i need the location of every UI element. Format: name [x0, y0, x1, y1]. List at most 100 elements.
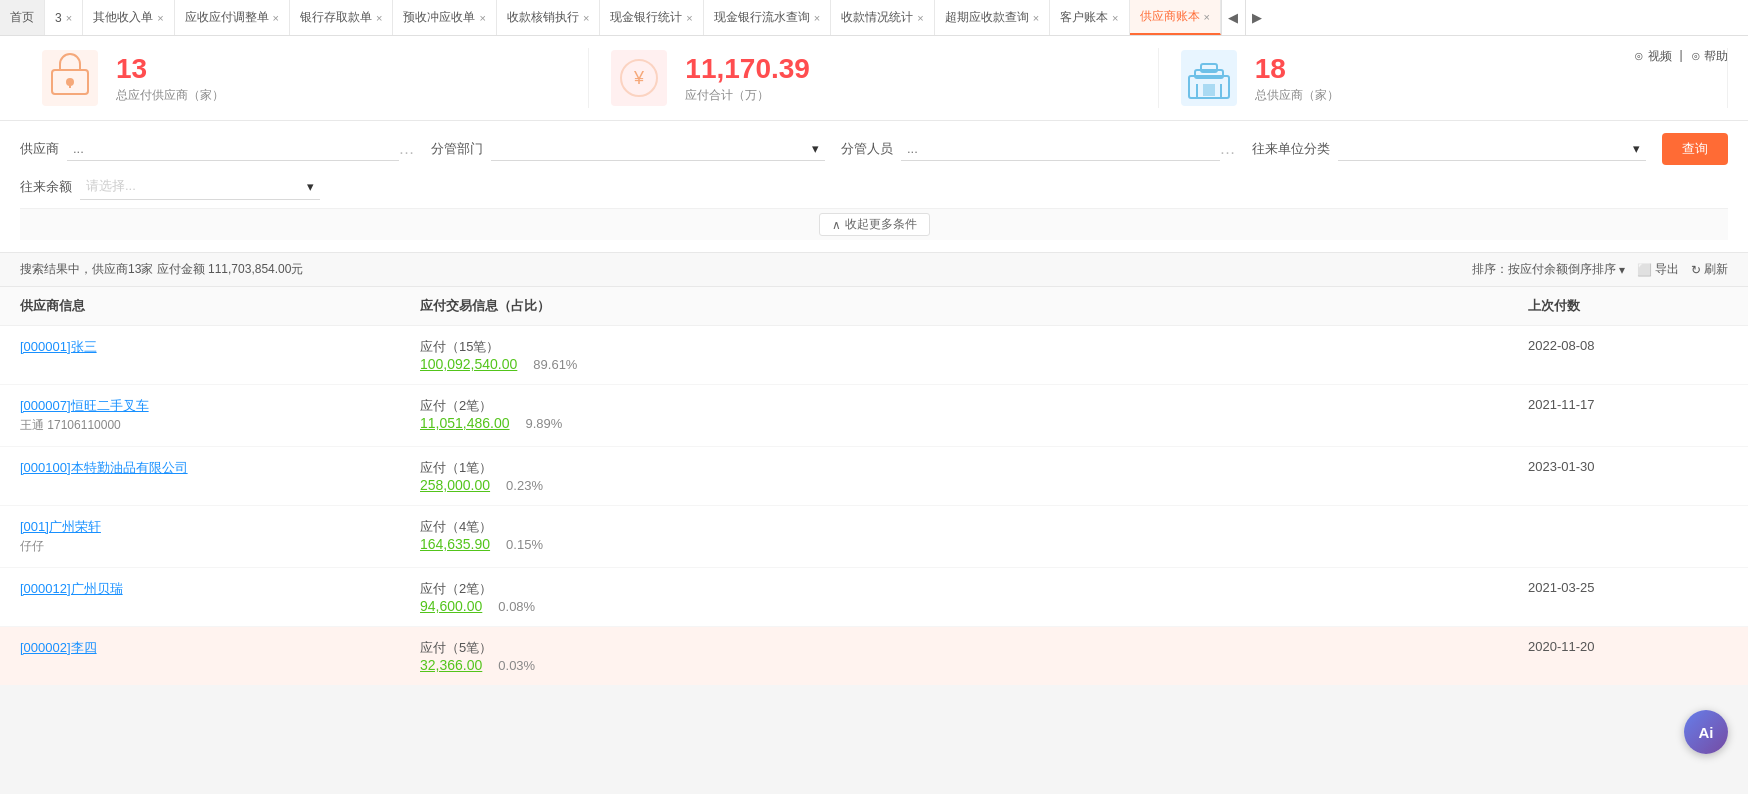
supplier-cell-4: [001]广州荣轩 仔仔 — [20, 518, 420, 555]
category-select[interactable]: ▾ — [1338, 137, 1647, 161]
close-tab-3[interactable]: × — [66, 12, 72, 24]
nav-tab-3[interactable]: 3 × — [45, 0, 83, 35]
close-tab-pre-receive[interactable]: × — [479, 12, 485, 24]
nav-tab-customer-ledger[interactable]: 客户账本 × — [1050, 0, 1129, 35]
supplier-name-3[interactable]: [000100]本特勤油品有限公司 — [20, 459, 420, 477]
filter-category-label: 往来单位分类 — [1252, 140, 1330, 158]
supplier-input[interactable] — [67, 137, 399, 161]
nav-tab-verify[interactable]: 收款核销执行 × — [497, 0, 600, 35]
close-tab-overdue[interactable]: × — [1033, 12, 1039, 24]
trans-amount-3[interactable]: 258,000.00 — [420, 477, 490, 493]
top-nav: 首页 3 × 其他收入单 × 应收应付调整单 × 银行存取款单 × 预收冲应收单… — [0, 0, 1748, 36]
nav-tab-pre-receive-label: 预收冲应收单 — [403, 9, 475, 26]
lastpay-date-6: 2020-11-20 — [1528, 639, 1595, 654]
supplier-name-1[interactable]: [000001]张三 — [20, 338, 420, 356]
nav-tab-bank-label: 银行存取款单 — [300, 9, 372, 26]
close-tab-bank[interactable]: × — [376, 12, 382, 24]
lastpay-date-1: 2022-08-08 — [1528, 338, 1595, 353]
refresh-button[interactable]: ↻ 刷新 — [1691, 261, 1728, 278]
supplier-name-4[interactable]: [001]广州荣轩 — [20, 518, 420, 536]
nav-tab-bank[interactable]: 银行存取款单 × — [290, 0, 393, 35]
trans-amount-5[interactable]: 94,600.00 — [420, 598, 482, 614]
supplier-cell-3: [000100]本特勤油品有限公司 — [20, 459, 420, 477]
payable-suppliers-number: 13 — [116, 52, 224, 86]
video-link[interactable]: ⊙ 视频 — [1634, 48, 1671, 65]
table-row: [000100]本特勤油品有限公司 应付（1笔） 258,000.00 0.23… — [0, 447, 1748, 506]
nav-prev-arrow[interactable]: ◀ — [1221, 0, 1245, 35]
filter-person-label: 分管人员 — [841, 140, 893, 158]
person-dots-icon[interactable]: … — [1220, 140, 1236, 158]
table-row: [000002]李四 应付（5笔） 32,366.00 0.03% 2020-1… — [0, 627, 1748, 686]
refresh-icon: ↻ — [1691, 263, 1701, 277]
trans-amount-1[interactable]: 100,092,540.00 — [420, 356, 517, 372]
nav-next-arrow[interactable]: ▶ — [1245, 0, 1269, 35]
trans-amount-4[interactable]: 164,635.90 — [420, 536, 490, 552]
payable-suppliers-label: 总应付供应商（家） — [116, 87, 224, 104]
supplier-name-5[interactable]: [000012]广州贝瑞 — [20, 580, 420, 598]
close-tab-verify[interactable]: × — [583, 12, 589, 24]
table-row: [001]广州荣轩 仔仔 应付（4笔） 164,635.90 0.15% — [0, 506, 1748, 568]
lastpay-date-2: 2021-11-17 — [1528, 397, 1595, 412]
close-tab-supplier-ledger[interactable]: × — [1204, 11, 1210, 23]
nav-tab-other-income-label: 其他收入单 — [93, 9, 153, 26]
table-row: [000001]张三 应付（15笔） 100,092,540.00 89.61%… — [0, 326, 1748, 385]
lastpay-cell-1: 2022-08-08 — [1528, 338, 1728, 353]
close-tab-cash-query[interactable]: × — [814, 12, 820, 24]
filter-balance: 往来余额 请选择... ▾ — [20, 173, 320, 200]
ai-label: Ai — [1699, 724, 1714, 741]
help-link[interactable]: ⊙ 帮助 — [1691, 48, 1728, 65]
nav-tab-other-income[interactable]: 其他收入单 × — [83, 0, 174, 35]
close-tab-adjust[interactable]: × — [273, 12, 279, 24]
lastpay-cell-3: 2023-01-30 — [1528, 459, 1728, 474]
nav-tab-cash-stat[interactable]: 现金银行统计 × — [600, 0, 703, 35]
nav-tab-supplier-ledger[interactable]: 供应商账本 × — [1130, 0, 1221, 35]
stat-info-total-suppliers: 18 总供应商（家） — [1255, 52, 1339, 105]
nav-tab-pre-receive[interactable]: 预收冲应收单 × — [393, 0, 496, 35]
stat-block-payable-total: ¥ 11,170.39 应付合计（万） — [589, 48, 1158, 108]
close-tab-collect-stat[interactable]: × — [917, 12, 923, 24]
nav-tab-adjust[interactable]: 应收应付调整单 × — [175, 0, 290, 35]
page-wrapper: 首页 3 × 其他收入单 × 应收应付调整单 × 银行存取款单 × 预收冲应收单… — [0, 0, 1748, 794]
supplier-name-2[interactable]: [000007]恒旺二手叉车 — [20, 397, 420, 415]
query-button[interactable]: 查询 — [1662, 133, 1728, 165]
category-chevron-icon: ▾ — [1633, 141, 1640, 156]
payable-total-label: 应付合计（万） — [685, 87, 810, 104]
nav-tab-cash-query[interactable]: 现金银行流水查询 × — [704, 0, 831, 35]
filter-category: 往来单位分类 ▾ — [1252, 137, 1647, 161]
trans-amount-2[interactable]: 11,051,486.00 — [420, 415, 510, 431]
supplier-cell-5: [000012]广州贝瑞 — [20, 580, 420, 598]
nav-tab-customer-ledger-label: 客户账本 — [1060, 9, 1108, 26]
transaction-cell-2: 应付（2笔） 11,051,486.00 9.89% — [420, 397, 1528, 431]
close-tab-other-income[interactable]: × — [157, 12, 163, 24]
collapse-button[interactable]: ∧ 收起更多条件 — [819, 213, 930, 236]
supplier-cell-6: [000002]李四 — [20, 639, 420, 657]
nav-tab-cash-stat-label: 现金银行统计 — [610, 9, 682, 26]
sort-chevron-icon: ▾ — [1619, 263, 1625, 277]
stat-info-payable-total: 11,170.39 应付合计（万） — [685, 52, 810, 105]
nav-tab-overdue[interactable]: 超期应收款查询 × — [935, 0, 1050, 35]
transaction-cell-5: 应付（2笔） 94,600.00 0.08% — [420, 580, 1528, 614]
ai-badge[interactable]: Ai — [1684, 710, 1728, 754]
close-tab-cash-stat[interactable]: × — [686, 12, 692, 24]
nav-tab-home[interactable]: 首页 — [0, 0, 45, 35]
export-button[interactable]: ⬜ 导出 — [1637, 261, 1679, 278]
trans-label-6: 应付（5笔） — [420, 639, 1528, 657]
table-row: [000012]广州贝瑞 应付（2笔） 94,600.00 0.08% 2021… — [0, 568, 1748, 627]
balance-select[interactable]: 请选择... ▾ — [80, 173, 320, 200]
close-tab-customer-ledger[interactable]: × — [1112, 12, 1118, 24]
trans-amount-6[interactable]: 32,366.00 — [420, 657, 482, 673]
stats-header: 13 总应付供应商（家） ¥ 11,170.39 应付合计（万） — [0, 36, 1748, 121]
filter-dept: 分管部门 ▾ — [431, 137, 826, 161]
dept-select[interactable]: ▾ — [491, 137, 826, 161]
result-bar: 搜索结果中，供应商13家 应付金额 111,703,854.00元 排序：按应付… — [0, 253, 1748, 287]
supplier-contact-4: 仔仔 — [20, 538, 420, 555]
person-input[interactable] — [901, 137, 1220, 161]
lastpay-cell-6: 2020-11-20 — [1528, 639, 1728, 654]
supplier-name-6[interactable]: [000002]李四 — [20, 639, 420, 657]
transaction-cell-3: 应付（1笔） 258,000.00 0.23% — [420, 459, 1528, 493]
sort-button[interactable]: 排序：按应付余额倒序排序 ▾ — [1472, 261, 1625, 278]
nav-tab-collect-stat[interactable]: 收款情况统计 × — [831, 0, 934, 35]
transaction-cell-4: 应付（4笔） 164,635.90 0.15% — [420, 518, 1528, 552]
nav-tab-overdue-label: 超期应收款查询 — [945, 9, 1029, 26]
supplier-dots-icon[interactable]: … — [399, 140, 415, 158]
